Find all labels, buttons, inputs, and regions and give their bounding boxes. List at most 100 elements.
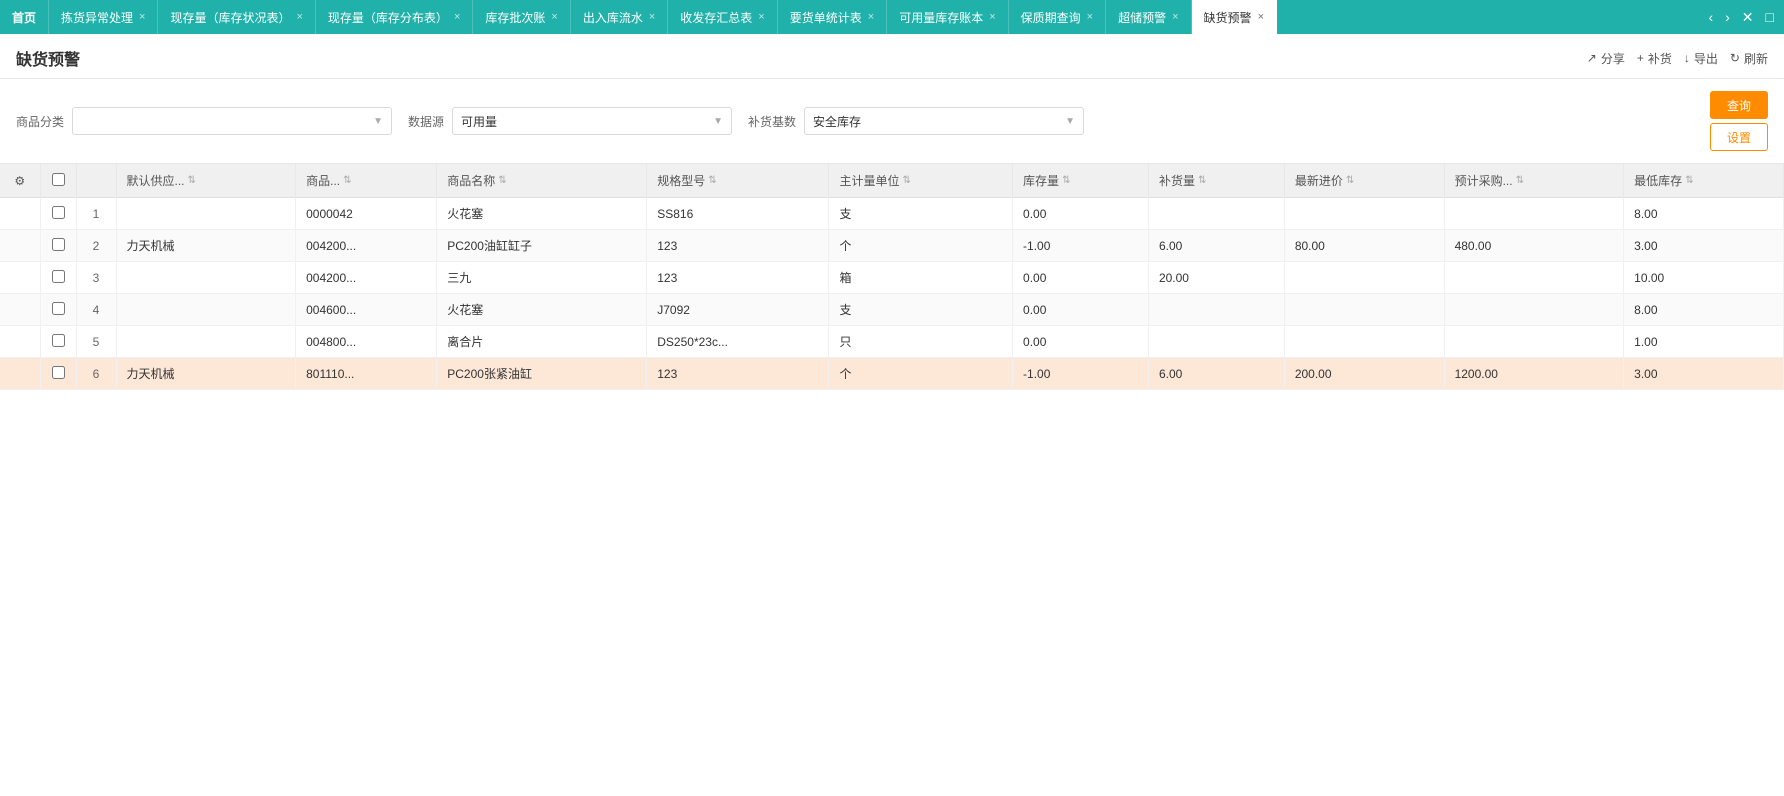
tab-maximize[interactable]: □ <box>1760 7 1780 27</box>
row-stock-qty-2: -1.00 <box>1013 230 1149 262</box>
stock-header[interactable]: 库存量 ⇅ <box>1013 164 1149 198</box>
tab-scroll-right[interactable]: › <box>1719 7 1736 27</box>
replenish-qty-sort-icon: ⇅ <box>1198 175 1206 186</box>
table-row[interactable]: 4 004600... 火花塞 J7092 支 0.00 8.00 <box>0 294 1784 326</box>
export-button[interactable]: ↓ 导出 <box>1684 50 1718 67</box>
tab-close-collect-total[interactable]: × <box>758 11 764 23</box>
row-num-6: 6 <box>76 358 116 390</box>
row-stock-qty-3: 0.00 <box>1013 262 1149 294</box>
tab-scroll-left[interactable]: ‹ <box>1702 7 1719 27</box>
row-latest-price-3 <box>1284 262 1444 294</box>
header-row: ⚙ 默认供应... ⇅ 商品... <box>0 164 1784 198</box>
share-icon: ↗ <box>1587 51 1597 65</box>
query-button[interactable]: 查询 <box>1710 91 1768 119</box>
row-gear-1 <box>0 198 40 230</box>
row-gear-2 <box>0 230 40 262</box>
row-unit-4: 支 <box>829 294 1013 326</box>
tab-close-inventory-dist[interactable]: × <box>454 11 460 23</box>
row-checkbox-cell-1[interactable] <box>40 198 76 230</box>
tab-exception[interactable]: 拣货异常处理× <box>49 0 158 34</box>
row-checkbox-cell-3[interactable] <box>40 262 76 294</box>
spec-header[interactable]: 规格型号 ⇅ <box>647 164 829 198</box>
tab-home[interactable]: 首页 <box>0 0 49 34</box>
replenish-qty-header[interactable]: 补货量 ⇅ <box>1148 164 1284 198</box>
category-select[interactable]: ▼ <box>72 107 392 135</box>
row-checkbox-4[interactable] <box>52 302 65 315</box>
row-latest-price-4 <box>1284 294 1444 326</box>
settings-button[interactable]: 设置 <box>1710 123 1768 151</box>
product-code-sort-icon: ⇅ <box>343 175 351 186</box>
table-row[interactable]: 3 004200... 三九 123 箱 0.00 20.00 10.00 <box>0 262 1784 294</box>
row-checkbox-1[interactable] <box>52 206 65 219</box>
unit-header[interactable]: 主计量单位 ⇅ <box>829 164 1013 198</box>
product-name-header[interactable]: 商品名称 ⇅ <box>437 164 647 198</box>
tab-close-shortage-warning[interactable]: × <box>1258 11 1264 23</box>
row-supplier-2: 力天机械 <box>116 230 296 262</box>
tab-inventory-status[interactable]: 现存量（库存状况表）× <box>158 0 315 34</box>
est-purchase-header[interactable]: 预计采购... ⇅ <box>1444 164 1624 198</box>
row-checkbox-cell-5[interactable] <box>40 326 76 358</box>
tab-collect-total[interactable]: 收发存汇总表× <box>668 0 777 34</box>
tab-close-inventory-status[interactable]: × <box>296 11 302 23</box>
refresh-button[interactable]: ↻ 刷新 <box>1730 50 1768 67</box>
row-gear-3 <box>0 262 40 294</box>
row-stock-qty-5: 0.00 <box>1013 326 1149 358</box>
tab-close-available-ledger[interactable]: × <box>989 11 995 23</box>
row-min-stock-1: 8.00 <box>1624 198 1784 230</box>
tab-batch-account[interactable]: 库存批次账× <box>473 0 570 34</box>
tab-shortage-warning[interactable]: 缺货预警× <box>1192 0 1277 34</box>
datasource-select[interactable]: 可用量 ▼ <box>452 107 732 135</box>
row-product-name-5: 离合片 <box>437 326 647 358</box>
tab-inout-flow[interactable]: 出入库流水× <box>571 0 668 34</box>
latest-price-header[interactable]: 最新进价 ⇅ <box>1284 164 1444 198</box>
tab-close-inout-flow[interactable]: × <box>649 11 655 23</box>
select-all-header[interactable] <box>40 164 76 198</box>
min-stock-header[interactable]: 最低库存 ⇅ <box>1624 164 1784 198</box>
table-row[interactable]: 5 004800... 离合片 DS250*23c... 只 0.00 1.00 <box>0 326 1784 358</box>
filter-actions: 查询 设置 <box>1710 91 1768 151</box>
row-checkbox-2[interactable] <box>52 238 65 251</box>
tab-order-stats[interactable]: 要货单统计表× <box>778 0 887 34</box>
table-row[interactable]: 2 力天机械 004200... PC200油缸缸子 123 个 -1.00 6… <box>0 230 1784 262</box>
datasource-label: 数据源 <box>408 113 444 130</box>
tab-close-exception[interactable]: × <box>139 11 145 23</box>
select-all-checkbox[interactable] <box>52 173 65 186</box>
row-checkbox-cell-6[interactable] <box>40 358 76 390</box>
row-num-1: 1 <box>76 198 116 230</box>
tab-available-ledger[interactable]: 可用量库存账本× <box>887 0 1008 34</box>
row-min-stock-6: 3.00 <box>1624 358 1784 390</box>
row-min-stock-4: 8.00 <box>1624 294 1784 326</box>
table-row[interactable]: 1 0000042 火花塞 SS816 支 0.00 8.00 <box>0 198 1784 230</box>
replenish-base-select[interactable]: 安全库存 ▼ <box>804 107 1084 135</box>
row-spec-6: 123 <box>647 358 829 390</box>
row-replenish-qty-6: 6.00 <box>1148 358 1284 390</box>
tab-close-batch-account[interactable]: × <box>551 11 557 23</box>
row-latest-price-2: 80.00 <box>1284 230 1444 262</box>
row-checkbox-cell-2[interactable] <box>40 230 76 262</box>
tab-inventory-dist[interactable]: 现存量（库存分布表）× <box>316 0 473 34</box>
row-checkbox-cell-4[interactable] <box>40 294 76 326</box>
tab-close-overstock-warning[interactable]: × <box>1172 11 1178 23</box>
main-content: 缺货预警 ↗ 分享 + 补货 ↓ 导出 ↻ 刷新 商品分类 <box>0 34 1784 796</box>
row-num-4: 4 <box>76 294 116 326</box>
share-button[interactable]: ↗ 分享 <box>1587 50 1625 67</box>
replenish-button[interactable]: + 补货 <box>1637 50 1672 67</box>
row-spec-1: SS816 <box>647 198 829 230</box>
row-checkbox-6[interactable] <box>52 366 65 379</box>
product-code-header[interactable]: 商品... ⇅ <box>296 164 437 198</box>
row-checkbox-5[interactable] <box>52 334 65 347</box>
page-header: 缺货预警 ↗ 分享 + 补货 ↓ 导出 ↻ 刷新 <box>0 34 1784 79</box>
tab-expiry-query[interactable]: 保质期查询× <box>1009 0 1106 34</box>
gear-header[interactable]: ⚙ <box>0 164 40 198</box>
replenish-base-select-value: 安全库存 <box>813 113 1061 130</box>
row-spec-2: 123 <box>647 230 829 262</box>
supplier-header[interactable]: 默认供应... ⇅ <box>116 164 296 198</box>
tab-overstock-warning[interactable]: 超储预警× <box>1106 0 1191 34</box>
row-min-stock-5: 1.00 <box>1624 326 1784 358</box>
tab-close-expiry-query[interactable]: × <box>1087 11 1093 23</box>
row-unit-5: 只 <box>829 326 1013 358</box>
tab-close-order-stats[interactable]: × <box>868 11 874 23</box>
table-row[interactable]: 6 力天机械 801110... PC200张紧油缸 123 个 -1.00 6… <box>0 358 1784 390</box>
tab-restore[interactable]: ✕ <box>1736 7 1760 28</box>
row-checkbox-3[interactable] <box>52 270 65 283</box>
